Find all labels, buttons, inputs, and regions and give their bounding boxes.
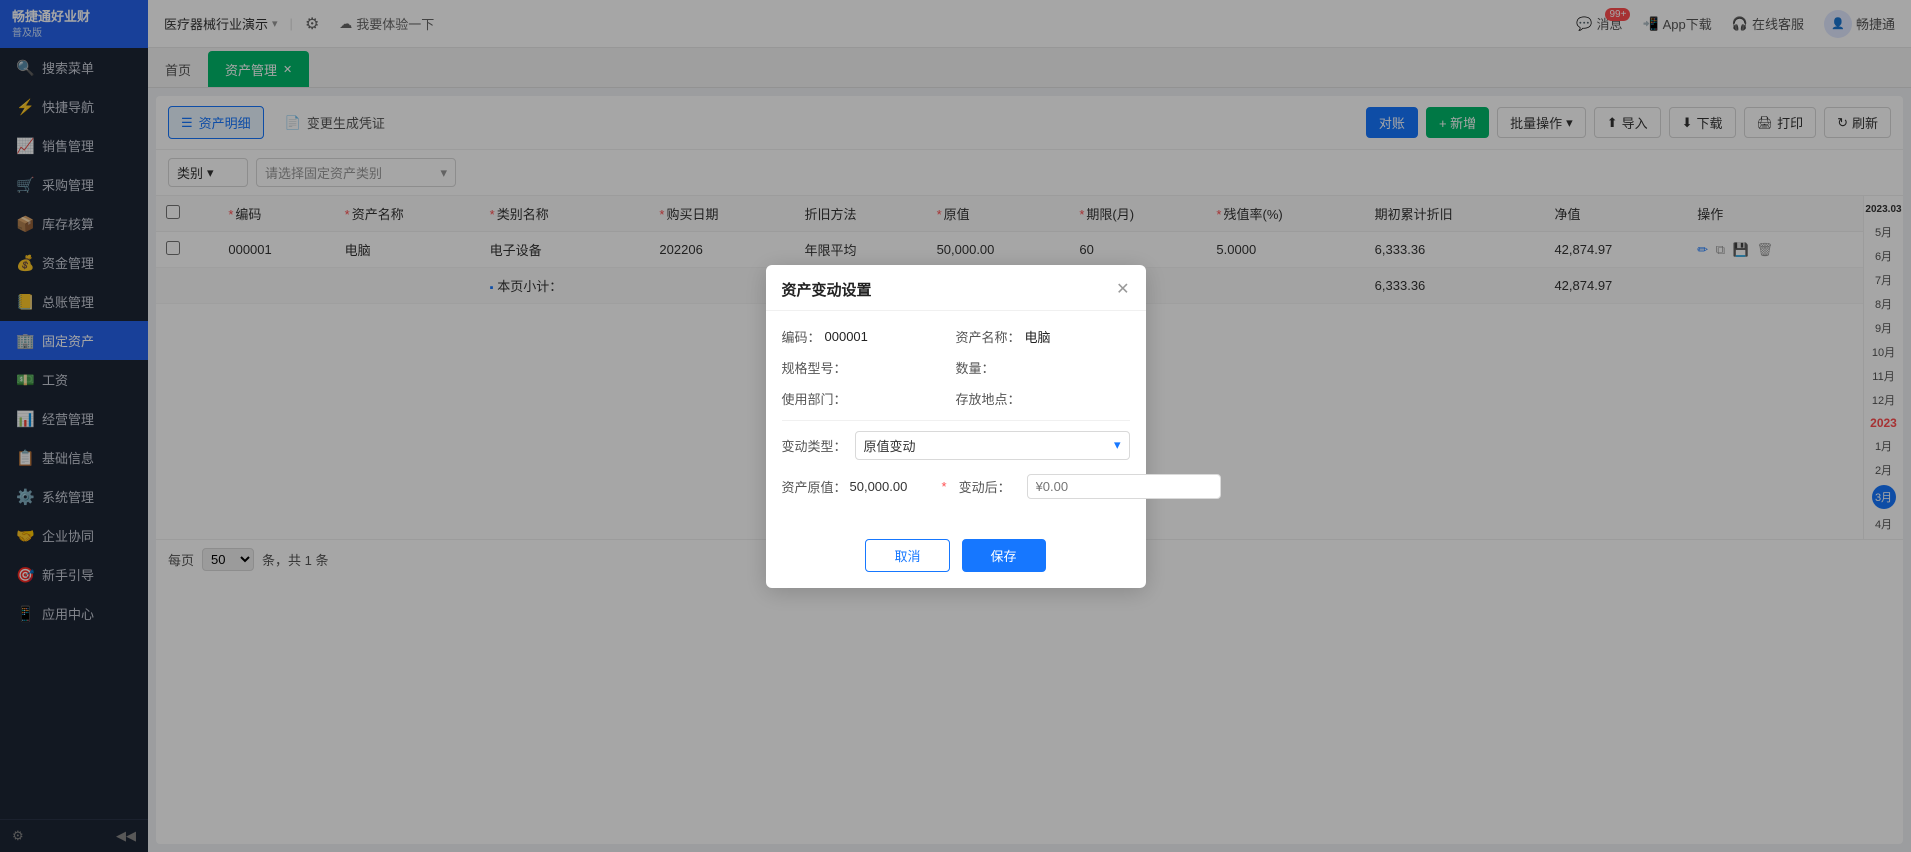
modal-spec-cell: 规格型号： (782, 358, 956, 377)
modal-quantity-label: 数量： (956, 358, 995, 377)
modal-divider (782, 420, 1130, 421)
modal-name-value: 电脑 (1025, 327, 1051, 346)
modal-change-type-label: 变动类型： (782, 436, 847, 455)
save-button[interactable]: 保存 (962, 539, 1046, 572)
modal-dept-label: 使用部门： (782, 389, 847, 408)
modal-body: 编码： 000001 资产名称： 电脑 规格型号： 数量： (766, 311, 1146, 529)
cancel-button[interactable]: 取消 (865, 539, 949, 572)
modal-after-input[interactable] (1027, 474, 1221, 499)
modal-storage-label: 存放地点： (956, 389, 1021, 408)
modal-value-row: 资产原值： 50,000.00 * 变动后： (782, 474, 1130, 499)
modal-dept-cell: 使用部门： (782, 389, 956, 408)
modal-original-value-label: 资产原值： (782, 477, 842, 496)
chevron-down-icon: ▾ (1114, 437, 1121, 453)
modal-footer: 取消 保存 (766, 529, 1146, 588)
modal-change-type-value: 原值变动 (864, 436, 916, 455)
modal-spec-label: 规格型号： (782, 358, 847, 377)
modal-code-value: 000001 (825, 329, 868, 344)
modal-original-value: 50,000.00 (850, 479, 930, 494)
modal-change-type-row: 变动类型： 原值变动 ▾ (782, 431, 1130, 460)
modal-close-button[interactable]: ✕ (1116, 279, 1129, 299)
modal-name-label: 资产名称： (956, 327, 1021, 346)
modal-storage-cell: 存放地点： (956, 389, 1130, 408)
asset-change-modal: 资产变动设置 ✕ 编码： 000001 资产名称： 电脑 规格型号： (766, 265, 1146, 588)
modal-quantity-cell: 数量： (956, 358, 1130, 377)
modal-change-type-select[interactable]: 原值变动 ▾ (855, 431, 1130, 460)
modal-title: 资产变动设置 (782, 279, 872, 300)
modal-info-row-2: 规格型号： 数量： (782, 358, 1130, 377)
modal-after-label: 变动后： (959, 477, 1019, 496)
modal-info-row-3: 使用部门： 存放地点： (782, 389, 1130, 408)
modal-code-cell: 编码： 000001 (782, 327, 956, 346)
modal-overlay: 资产变动设置 ✕ 编码： 000001 资产名称： 电脑 规格型号： (0, 0, 1911, 852)
modal-info-row-1: 编码： 000001 资产名称： 电脑 (782, 327, 1130, 346)
req-star: * (942, 479, 947, 494)
modal-header: 资产变动设置 ✕ (766, 265, 1146, 311)
modal-code-label: 编码： (782, 327, 821, 346)
modal-name-cell: 资产名称： 电脑 (956, 327, 1130, 346)
